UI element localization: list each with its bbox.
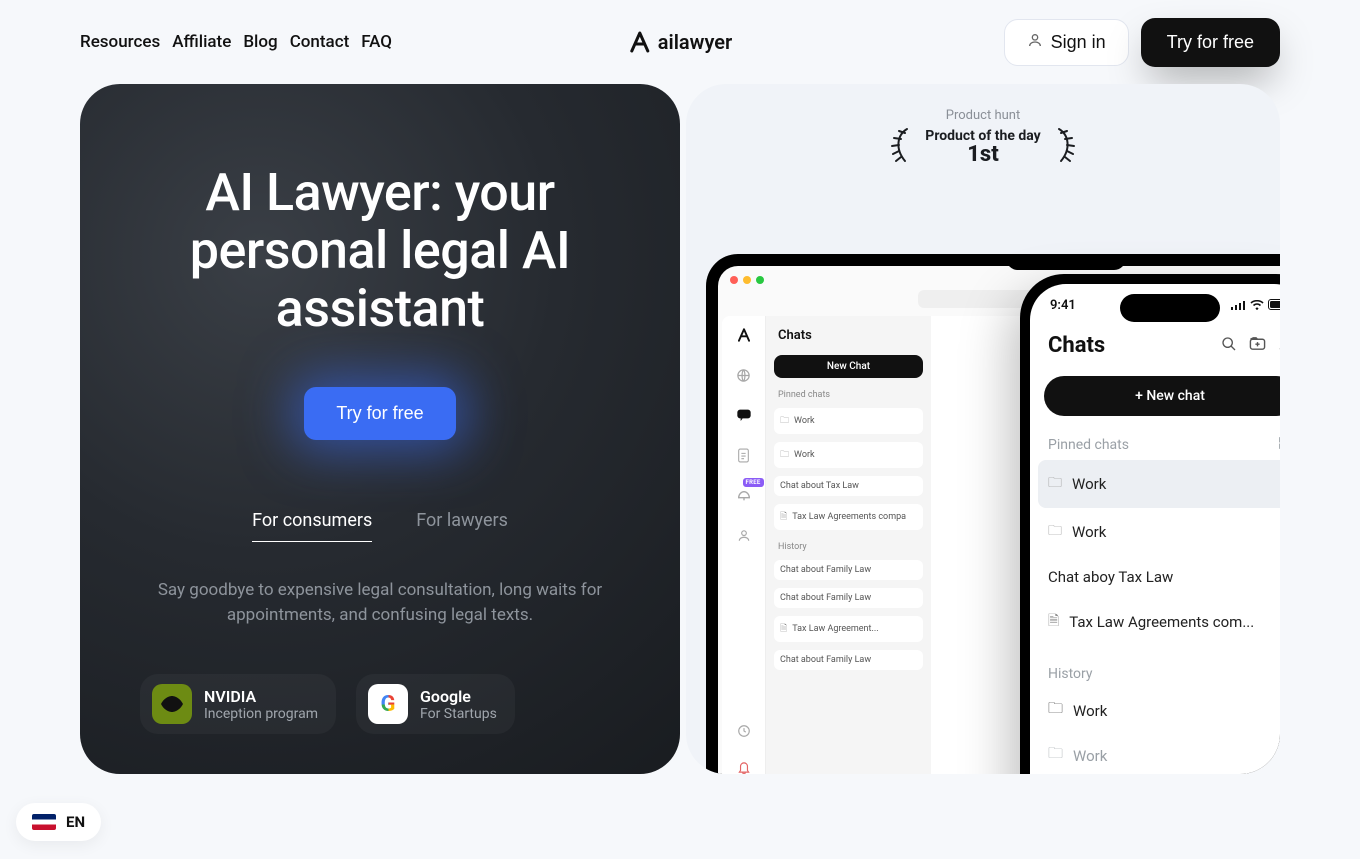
document-icon xyxy=(735,446,753,464)
phone-chats-title: Chats xyxy=(1048,333,1105,358)
folder-icon: 🗀 xyxy=(1048,698,1063,723)
folder-icon: 🗀 xyxy=(1048,472,1062,496)
list-item: Chat about Family Law xyxy=(774,650,923,670)
list-item: 🗀Work xyxy=(1030,733,1280,774)
tab-consumers[interactable]: For consumers xyxy=(252,510,372,542)
folder-icon: 🗀 xyxy=(1048,743,1063,768)
list-item: 🗀Work xyxy=(1030,508,1280,556)
free-tag: FREE xyxy=(743,478,764,487)
phone-mockup: 9:41 Chats + New chat xyxy=(1020,274,1280,774)
nav-resources[interactable]: Resources xyxy=(80,32,160,52)
clock-icon xyxy=(735,722,753,740)
list-item: 🗀Work xyxy=(1030,688,1280,733)
phone-pinned-label: Pinned chats xyxy=(1030,430,1280,460)
grid-icon xyxy=(1278,436,1280,454)
hero-tabs: For consumers For lawyers xyxy=(252,510,508,542)
hero-title: AI Lawyer: your personal legal AI assist… xyxy=(140,164,620,339)
profile-icon xyxy=(735,526,753,544)
ph-rank: 1st xyxy=(967,142,999,167)
tab-lawyers[interactable]: For lawyers xyxy=(416,510,508,542)
premium-icon: FREE xyxy=(735,486,753,504)
desktop-chats-title: Chats xyxy=(774,326,923,347)
globe-icon xyxy=(735,366,753,384)
flag-uk-icon xyxy=(32,814,56,830)
language-code: EN xyxy=(66,813,85,831)
nvidia-icon xyxy=(152,684,192,724)
signin-button[interactable]: Sign in xyxy=(1004,19,1129,66)
folder-icon: 🗀 xyxy=(1048,520,1062,544)
badge-nvidia: NVIDIA Inception program xyxy=(140,674,336,734)
phone-newchat-button: + New chat xyxy=(1044,376,1280,416)
list-item: Chat about Family Law xyxy=(774,560,923,580)
add-folder-icon xyxy=(1249,336,1266,356)
dynamic-island xyxy=(1120,294,1220,322)
file-icon: 🗎 xyxy=(780,621,787,637)
brand-logo[interactable]: ailawyer xyxy=(628,30,732,54)
signal-icon xyxy=(1231,299,1246,313)
laurel-right-icon xyxy=(1051,125,1077,170)
battery-icon xyxy=(1268,299,1280,313)
laptop-notch xyxy=(1006,254,1126,270)
brand-name: ailawyer xyxy=(658,30,732,54)
nav-contact[interactable]: Contact xyxy=(290,32,350,52)
main-content: AI Lawyer: your personal legal AI assist… xyxy=(0,84,1360,774)
desktop-sidebar: Chats New Chat Pinned chats 🗀Work 🗀Work … xyxy=(766,316,931,774)
hero-description: Say goodbye to expensive legal consultat… xyxy=(140,578,620,629)
minimize-dot-icon xyxy=(743,276,751,284)
bell-icon xyxy=(735,758,753,774)
site-header: Resources Affiliate Blog Contact FAQ ail… xyxy=(0,0,1360,84)
list-item: 🗎Tax Law Agreements compa xyxy=(774,504,923,530)
desktop-history-label: History xyxy=(774,538,923,552)
list-item: 🗎Tax Law Agreements com... xyxy=(1030,598,1280,646)
partner-badges: NVIDIA Inception program G Google For St… xyxy=(140,674,620,734)
file-icon: 🗎 xyxy=(780,509,787,525)
file-icon: 🗎 xyxy=(1048,610,1059,634)
list-item: Chat aboy Tax Law xyxy=(1030,556,1280,598)
signin-label: Sign in xyxy=(1051,32,1106,53)
producthunt-badge: Product hunt Product of the day 1st xyxy=(889,108,1076,170)
folder-icon: 🗀 xyxy=(780,447,789,463)
badge-nvidia-title: NVIDIA xyxy=(204,687,318,706)
close-dot-icon xyxy=(730,276,738,284)
list-item: 🗎Tax Law Agreement... xyxy=(774,616,923,642)
folder-icon: 🗀 xyxy=(780,413,789,429)
list-item: 🗀Work xyxy=(774,442,923,468)
phone-time: 9:41 xyxy=(1050,298,1076,313)
wifi-icon xyxy=(1250,299,1264,313)
maximize-dot-icon xyxy=(756,276,764,284)
logo-mark-icon xyxy=(628,31,652,53)
desktop-newchat-button: New Chat xyxy=(774,355,923,378)
search-icon xyxy=(1221,336,1237,356)
chat-icon xyxy=(735,406,753,424)
ph-source: Product hunt xyxy=(946,108,1020,123)
hero-cta-button[interactable]: Try for free xyxy=(304,387,455,440)
tryfree-button[interactable]: Try for free xyxy=(1141,18,1280,67)
badge-google-title: Google xyxy=(420,687,497,706)
header-actions: Sign in Try for free xyxy=(1004,18,1280,67)
list-item: Chat about Tax Law xyxy=(774,476,923,496)
laurel-left-icon xyxy=(889,125,915,170)
nav-affiliate[interactable]: Affiliate xyxy=(172,32,231,52)
nav-blog[interactable]: Blog xyxy=(243,32,277,52)
app-rail: FREE xyxy=(722,316,766,774)
product-showcase: Product hunt Product of the day 1st xyxy=(686,84,1280,774)
primary-nav: Resources Affiliate Blog Contact FAQ xyxy=(80,32,392,52)
badge-google: G Google For Startups xyxy=(356,674,515,734)
google-icon: G xyxy=(368,684,408,724)
desktop-pinned-label: Pinned chats xyxy=(774,386,923,400)
user-icon xyxy=(1027,32,1043,53)
nav-faq[interactable]: FAQ xyxy=(361,32,392,52)
list-item: 🗀Work xyxy=(774,408,923,434)
rail-logo-icon xyxy=(735,326,753,344)
list-item: Chat about Family Law xyxy=(774,588,923,608)
language-selector[interactable]: EN xyxy=(16,803,101,841)
phone-history-label: History xyxy=(1030,660,1280,688)
badge-nvidia-sub: Inception program xyxy=(204,706,318,722)
hero-card: AI Lawyer: your personal legal AI assist… xyxy=(80,84,680,774)
list-item: 🗀Work xyxy=(1038,460,1280,508)
person-icon xyxy=(1278,336,1280,356)
badge-google-sub: For Startups xyxy=(420,706,497,722)
